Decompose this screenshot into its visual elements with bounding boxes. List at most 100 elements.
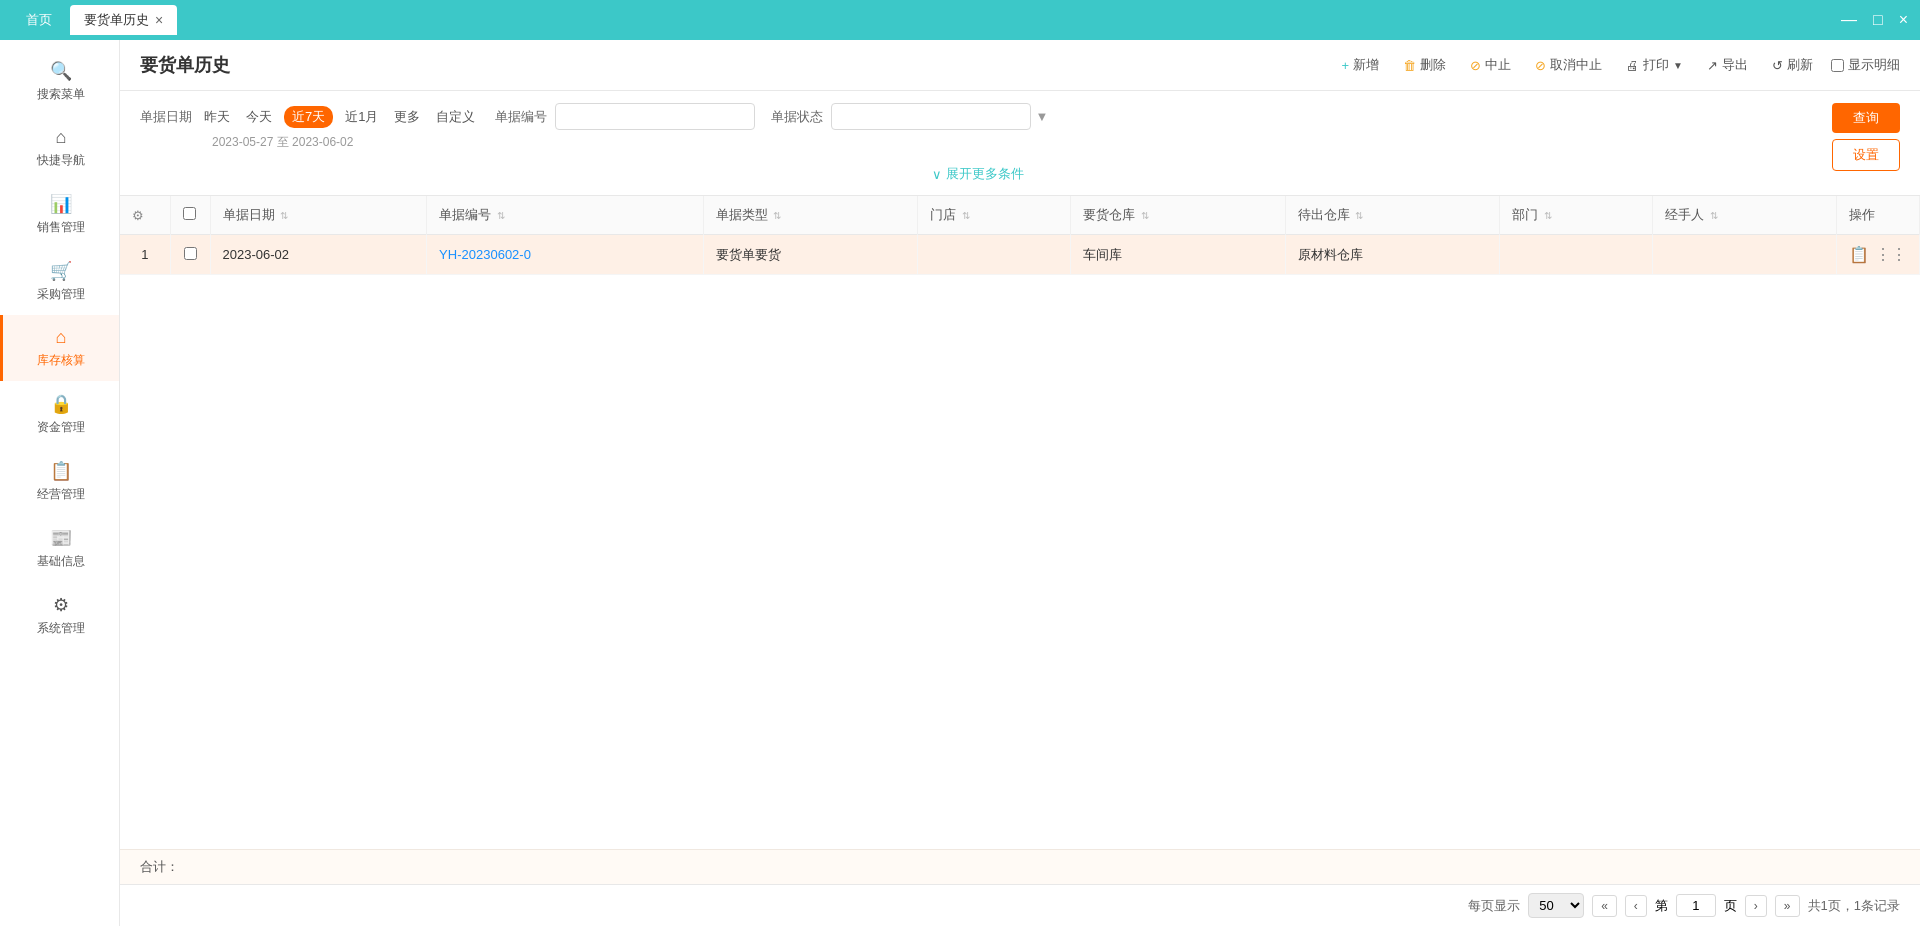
col-label-req-warehouse: 要货仓库 [1083, 207, 1135, 222]
col-label-handler: 经手人 [1665, 207, 1704, 222]
expand-more-btn[interactable]: ∨ 展开更多条件 [932, 165, 1024, 183]
col-header-doc-number[interactable]: 单据编号 ⇅ [427, 196, 704, 235]
edit-icon[interactable]: 📋 [1849, 245, 1869, 264]
col-label-pending-warehouse: 待出仓库 [1298, 207, 1350, 222]
new-button[interactable]: + 新增 [1336, 52, 1386, 78]
page-label-before: 第 [1655, 897, 1668, 915]
col-label-doc-type: 单据类型 [716, 207, 768, 222]
filter-group-date: 单据日期 昨天 今天 近7天 近1月 更多 自定义 [140, 106, 479, 128]
page-size-select[interactable]: 50 20 100 [1528, 893, 1584, 918]
top-bar: 首页 要货单历史 × — □ × [0, 0, 1920, 40]
main-layout: 🔍 搜索菜单 ⌂ 快捷导航 📊 销售管理 🛒 采购管理 ⌂ 库存核算 🔒 资金管… [0, 40, 1920, 926]
search-menu-icon: 🔍 [50, 60, 72, 82]
sort-icon-department: ⇅ [1544, 210, 1552, 221]
filter-group-docno: 单据编号 [495, 103, 755, 130]
col-header-store[interactable]: 门店 ⇅ [918, 196, 1071, 235]
delete-icon: 🗑 [1403, 58, 1416, 73]
stop-icon: ⊘ [1470, 58, 1481, 73]
cell-handler [1653, 235, 1837, 275]
cell-check[interactable] [170, 235, 210, 275]
select-all-checkbox[interactable] [183, 207, 196, 220]
col-header-doc-date[interactable]: 单据日期 ⇅ [210, 196, 427, 235]
sidebar-item-quick-nav[interactable]: ⌂ 快捷导航 [0, 115, 119, 181]
page-next-button[interactable]: › [1745, 895, 1767, 917]
print-button[interactable]: 🖨 打印 ▼ [1620, 52, 1689, 78]
table-row: 1 2023-06-02 YH-20230602-0 要货单要货 车间库 原材料… [120, 235, 1920, 275]
sidebar-item-finance-mgmt[interactable]: 🔒 资金管理 [0, 381, 119, 448]
delete-button[interactable]: 🗑 删除 [1397, 52, 1452, 78]
sidebar-item-sales-mgmt[interactable]: 📊 销售管理 [0, 181, 119, 248]
page-last-button[interactable]: » [1775, 895, 1800, 917]
display-detail-label: 显示明细 [1848, 56, 1900, 74]
query-button[interactable]: 查询 [1832, 103, 1900, 133]
col-header-doc-type[interactable]: 单据类型 ⇅ [703, 196, 918, 235]
page-number-input[interactable] [1676, 894, 1716, 917]
date-shortcuts: 昨天 今天 近7天 近1月 更多 自定义 [200, 106, 479, 128]
col-header-handler[interactable]: 经手人 ⇅ [1653, 196, 1837, 235]
cell-store [918, 235, 1071, 275]
stop-label: 中止 [1485, 56, 1511, 74]
system-mgmt-icon: ⚙ [53, 594, 69, 616]
cell-action: 📋 ⋮⋮ [1837, 235, 1920, 275]
quick-nav-icon: ⌂ [56, 127, 67, 148]
col-header-index: ⚙ [120, 196, 170, 235]
doc-number-link[interactable]: YH-20230602-0 [439, 247, 531, 262]
display-detail-toggle[interactable]: 显示明细 [1831, 56, 1900, 74]
table-settings-icon[interactable]: ⚙ [132, 208, 144, 223]
tab-home[interactable]: 首页 [12, 5, 66, 35]
display-detail-checkbox[interactable] [1831, 59, 1844, 72]
window-close-icon[interactable]: × [1899, 11, 1908, 29]
sort-icon-handler: ⇅ [1710, 210, 1718, 221]
sidebar-item-search-menu[interactable]: 🔍 搜索菜单 [0, 48, 119, 115]
docno-input[interactable] [555, 103, 755, 130]
col-header-action: 操作 [1837, 196, 1920, 235]
date-btn-today[interactable]: 今天 [242, 106, 276, 128]
tab-active: 要货单历史 × [70, 5, 177, 35]
export-button[interactable]: ↗ 导出 [1701, 52, 1754, 78]
data-table: ⚙ 单据日期 ⇅ 单据编号 ⇅ [120, 196, 1920, 275]
tab-close-button[interactable]: × [155, 13, 163, 27]
toolbar: + 新增 🗑 删除 ⊘ 中止 ⊘ 取消中止 🖨 打印 [1336, 52, 1901, 78]
date-btn-more[interactable]: 更多 [390, 106, 424, 128]
col-header-pending-warehouse[interactable]: 待出仓库 ⇅ [1285, 196, 1500, 235]
table-area: ⚙ 单据日期 ⇅ 单据编号 ⇅ [120, 196, 1920, 849]
export-icon: ↗ [1707, 58, 1718, 73]
export-label: 导出 [1722, 56, 1748, 74]
cell-doc-number[interactable]: YH-20230602-0 [427, 235, 704, 275]
status-dropdown-icon[interactable]: ▼ [1035, 109, 1048, 124]
minimize-icon[interactable]: — [1841, 11, 1857, 29]
finance-mgmt-icon: 🔒 [50, 393, 72, 415]
more-icon[interactable]: ⋮⋮ [1875, 245, 1907, 264]
sidebar-item-basic-info[interactable]: 📰 基础信息 [0, 515, 119, 582]
sidebar-item-system-mgmt[interactable]: ⚙ 系统管理 [0, 582, 119, 649]
table-header-row: ⚙ 单据日期 ⇅ 单据编号 ⇅ [120, 196, 1920, 235]
refresh-button[interactable]: ↺ 刷新 [1766, 52, 1819, 78]
page-prev-button[interactable]: ‹ [1625, 895, 1647, 917]
cell-index: 1 [120, 235, 170, 275]
col-label-doc-number: 单据编号 [439, 207, 491, 222]
purchase-mgmt-icon: 🛒 [50, 260, 72, 282]
date-btn-custom[interactable]: 自定义 [432, 106, 479, 128]
sidebar-item-operations-mgmt[interactable]: 📋 经营管理 [0, 448, 119, 515]
stop-button[interactable]: ⊘ 中止 [1464, 52, 1517, 78]
maximize-icon[interactable]: □ [1873, 11, 1883, 29]
col-header-req-warehouse[interactable]: 要货仓库 ⇅ [1071, 196, 1286, 235]
refresh-icon: ↺ [1772, 58, 1783, 73]
sidebar-item-label-inventory-calc: 库存核算 [37, 352, 85, 369]
date-btn-last7days[interactable]: 近7天 [284, 106, 333, 128]
delete-label: 删除 [1420, 56, 1446, 74]
page-first-button[interactable]: « [1592, 895, 1617, 917]
cell-pending-warehouse: 原材料仓库 [1285, 235, 1500, 275]
sidebar-item-label-search-menu: 搜索菜单 [37, 86, 85, 103]
sidebar-item-label-purchase-mgmt: 采购管理 [37, 286, 85, 303]
date-btn-yesterday[interactable]: 昨天 [200, 106, 234, 128]
cancel-stop-button[interactable]: ⊘ 取消中止 [1529, 52, 1608, 78]
sidebar-item-inventory-calc[interactable]: ⌂ 库存核算 [0, 315, 119, 381]
refresh-label: 刷新 [1787, 56, 1813, 74]
date-btn-last1month[interactable]: 近1月 [341, 106, 382, 128]
row-checkbox[interactable] [184, 247, 197, 260]
col-header-department[interactable]: 部门 ⇅ [1500, 196, 1653, 235]
sidebar-item-purchase-mgmt[interactable]: 🛒 采购管理 [0, 248, 119, 315]
status-input[interactable] [831, 103, 1031, 130]
setting-button[interactable]: 设置 [1832, 139, 1900, 171]
